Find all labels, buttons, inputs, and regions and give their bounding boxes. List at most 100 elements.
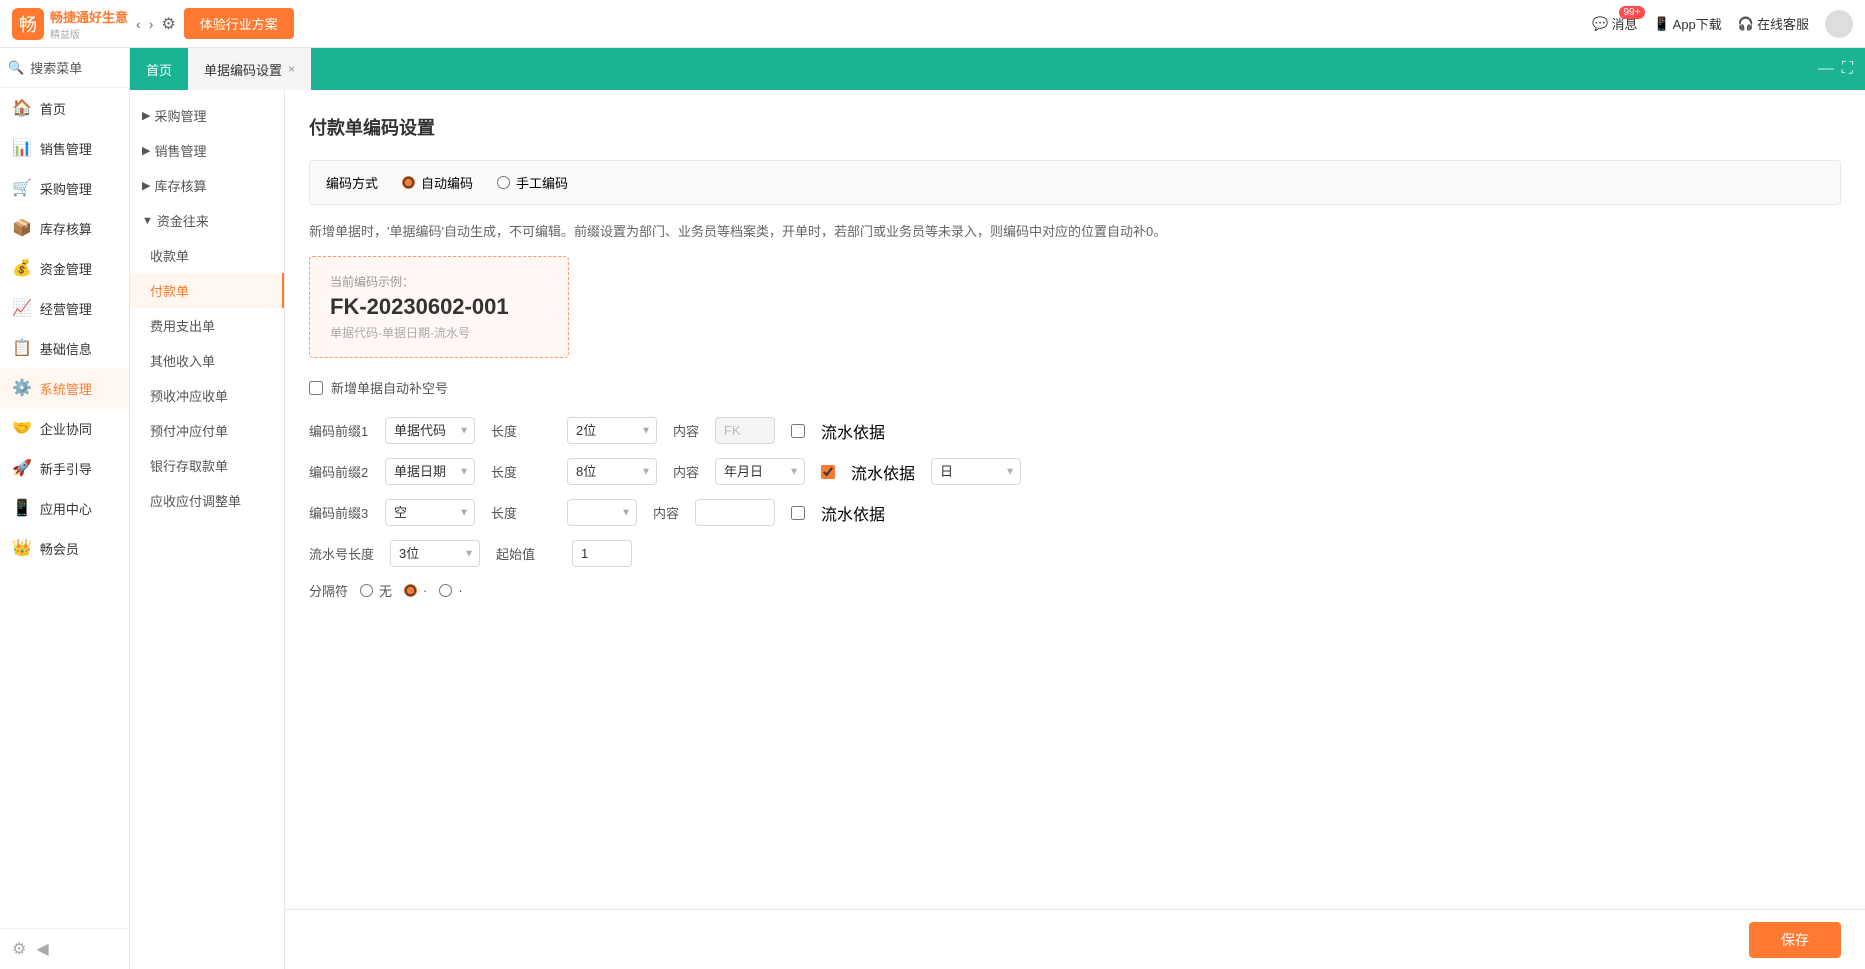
service-icon: 🎧 [1738, 16, 1754, 32]
start-value-input[interactable] [572, 540, 632, 567]
serial-length-select-wrap[interactable]: 3位 ▼ [390, 540, 480, 567]
second-sidebar-finance-header[interactable]: ▼ 资金往来 [130, 203, 284, 238]
message-badge[interactable]: 💬 消息 99+ [1592, 14, 1637, 33]
trial-btn[interactable]: 体验行业方案 [184, 8, 294, 39]
second-sidebar-item-other-income[interactable]: 其他收入单 [130, 343, 284, 378]
content-area: 首页 单据编码设置 × — ⛶ ▶ 采购管理 ▶ [130, 48, 1865, 969]
user-avatar[interactable] [1825, 10, 1853, 38]
second-sidebar-purchase[interactable]: ▶ 采购管理 [130, 98, 284, 133]
settings-icon[interactable]: ⚙ [12, 939, 26, 959]
separator-row: 分隔符 无 · · [309, 581, 1841, 600]
sidebar-item-purchase[interactable]: 🛒 采购管理 [0, 168, 129, 208]
flow3-label: 流水依据 [821, 501, 885, 525]
sidebar-item-sales[interactable]: 📊 销售管理 [0, 128, 129, 168]
sidebar-item-guide[interactable]: 🚀 新手引导 [0, 448, 129, 488]
tab-minimize-icon[interactable]: — [1818, 60, 1834, 78]
second-sidebar-item-expense[interactable]: 费用支出单 [130, 308, 284, 343]
flow2-label: 流水依据 [851, 460, 915, 484]
serial-length-select[interactable]: 3位 [390, 540, 480, 567]
tab-close-icon[interactable]: × [288, 62, 295, 76]
system-icon: ⚙️ [12, 378, 32, 398]
length1-select[interactable]: 2位 [567, 417, 657, 444]
sidebar-item-finance[interactable]: 💰 资金管理 [0, 248, 129, 288]
chevron-right-icon-2: ▶ [142, 144, 150, 157]
chevron-down-icon: ▼ [142, 215, 153, 227]
length2-select-wrap[interactable]: 8位 ▼ [567, 458, 657, 485]
separator-dot-radio[interactable]: · [404, 583, 427, 598]
sidebar-item-operations[interactable]: 📈 经营管理 [0, 288, 129, 328]
top-bar-nav: ‹ › ⚙ [136, 14, 176, 34]
gear-icon[interactable]: ⚙ [161, 14, 175, 34]
auto-fill-label: 新增单据自动补空号 [331, 378, 448, 397]
purchase-icon: 🛒 [12, 178, 32, 198]
second-sidebar-item-receipt[interactable]: 收款单 [130, 238, 284, 273]
prefix1-select[interactable]: 单据代码 [385, 417, 475, 444]
auto-fill-checkbox[interactable] [309, 381, 323, 395]
sidebar-search[interactable]: 🔍 搜索菜单 [0, 48, 129, 88]
encoding-method-row: 编码方式 自动编码 手工编码 [309, 160, 1841, 205]
second-sidebar-item-payment[interactable]: 付款单 [130, 273, 284, 308]
separator-none-radio[interactable]: 无 [360, 581, 392, 600]
tab-expand-icon[interactable]: ⛶ [1842, 60, 1853, 78]
sidebar-item-inventory[interactable]: 📦 库存核算 [0, 208, 129, 248]
logo-area: 畅 畅捷通好生意 精益版 [12, 7, 128, 41]
second-sidebar-inventory[interactable]: ▶ 库存核算 [130, 168, 284, 203]
sidebar-item-home[interactable]: 🏠 首页 [0, 88, 129, 128]
logo-text: 畅捷通好生意 精益版 [50, 7, 128, 41]
save-button[interactable]: 保存 [1749, 922, 1841, 958]
top-bar-left: 畅 畅捷通好生意 精益版 ‹ › ⚙ 体验行业方案 [12, 7, 294, 41]
content1-input[interactable] [715, 417, 775, 444]
content1-label: 内容 [673, 421, 699, 440]
second-sidebar-sales[interactable]: ▶ 销售管理 [130, 133, 284, 168]
separator-label: 分隔符 [309, 581, 348, 600]
sidebar-item-member[interactable]: 👑 畅会员 [0, 528, 129, 568]
sidebar-item-system[interactable]: ⚙️ 系统管理 [0, 368, 129, 408]
prefix3-select[interactable]: 空 [385, 499, 475, 526]
preview-value: FK-20230602-001 [330, 294, 548, 320]
nav-arrow-right[interactable]: › [149, 16, 154, 32]
second-sidebar-item-adjustment[interactable]: 应收应付调整单 [130, 483, 284, 518]
online-service[interactable]: 🎧 在线客服 [1738, 14, 1809, 33]
serial-length-row: 流水号长度 3位 ▼ 起始值 [309, 540, 1841, 567]
content3-input[interactable] [695, 499, 775, 526]
collapse-icon[interactable]: ◀ [36, 939, 48, 959]
prefix3-label: 编码前缀3 [309, 503, 369, 522]
prefix1-select-wrap[interactable]: 单据代码 ▼ [385, 417, 475, 444]
tab-home[interactable]: 首页 [130, 48, 188, 90]
second-sidebar-item-pre-payment[interactable]: 预付冲应付单 [130, 413, 284, 448]
message-icon: 💬 [1592, 16, 1608, 32]
main-panel: 付款单编码设置 编码方式 自动编码 手工编码 [285, 90, 1865, 909]
bottom-bar: 保存 [285, 909, 1865, 969]
length3-select[interactable] [567, 499, 637, 526]
flow2-checkbox[interactable] [821, 465, 835, 479]
start-value-label: 起始值 [496, 544, 556, 563]
sidebar-item-basic[interactable]: 📋 基础信息 [0, 328, 129, 368]
prefix2-select[interactable]: 单据日期 [385, 458, 475, 485]
flow3-checkbox[interactable] [791, 506, 805, 520]
manual-code-radio[interactable]: 手工编码 [497, 173, 568, 192]
logo-icon: 畅 [12, 8, 44, 40]
flow2-unit-wrap[interactable]: 日 ▼ [931, 458, 1021, 485]
second-sidebar-item-bank[interactable]: 银行存取款单 [130, 448, 284, 483]
flow2-unit-select[interactable]: 日 [931, 458, 1021, 485]
appcenter-icon: 📱 [12, 498, 32, 518]
auto-code-radio[interactable]: 自动编码 [402, 173, 473, 192]
prefix2-select-wrap[interactable]: 单据日期 ▼ [385, 458, 475, 485]
content2-select[interactable]: 年月日 [715, 458, 805, 485]
separator-dash-radio[interactable]: · [439, 583, 462, 598]
sidebar-item-appcenter[interactable]: 📱 应用中心 [0, 488, 129, 528]
nav-arrow-left[interactable]: ‹ [136, 16, 141, 32]
page-title: 付款单编码设置 [309, 114, 1841, 140]
length3-select-wrap[interactable]: ▼ [567, 499, 637, 526]
content2-select-wrap[interactable]: 年月日 ▼ [715, 458, 805, 485]
length1-select-wrap[interactable]: 2位 ▼ [567, 417, 657, 444]
tab-encoding-settings[interactable]: 单据编码设置 × [188, 48, 311, 90]
length2-select[interactable]: 8位 [567, 458, 657, 485]
member-icon: 👑 [12, 538, 32, 558]
content3-label: 内容 [653, 503, 679, 522]
sidebar-item-enterprise[interactable]: 🤝 企业协同 [0, 408, 129, 448]
flow1-checkbox[interactable] [791, 424, 805, 438]
second-sidebar-item-pre-receipt[interactable]: 预收冲应收单 [130, 378, 284, 413]
prefix3-select-wrap[interactable]: 空 ▼ [385, 499, 475, 526]
app-download[interactable]: 📱 App下载 [1653, 14, 1721, 33]
